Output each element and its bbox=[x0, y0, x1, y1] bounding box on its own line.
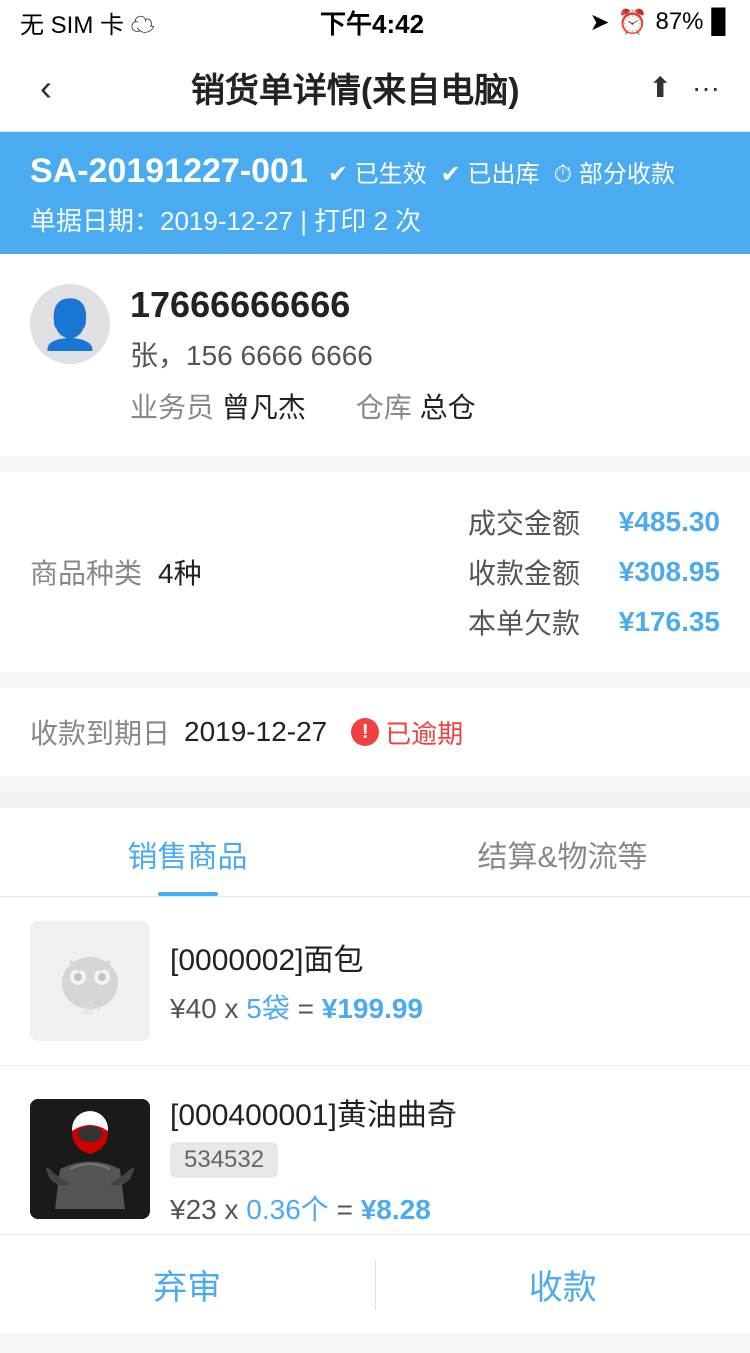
deal-amount-row: 成交金额 ¥485.30 bbox=[468, 502, 720, 542]
stats-right: 成交金额 ¥485.30 收款金额 ¥308.95 本单欠款 ¥176.35 bbox=[468, 502, 720, 642]
status-right: ➤ ⏰ 87% ▊ bbox=[589, 8, 730, 37]
tab-sales-products[interactable]: 销售商品 bbox=[0, 808, 375, 896]
svg-text:里+: 里+ bbox=[80, 1000, 102, 1016]
location-icon: ➤ bbox=[589, 8, 609, 37]
warehouse-value: 总仓 bbox=[420, 392, 476, 423]
section-divider bbox=[0, 792, 750, 808]
battery-icon: ▊ bbox=[712, 8, 730, 37]
warehouse-label: 仓库 总仓 bbox=[356, 386, 476, 426]
order-date-row: 单据日期：2019-12-27 | 打印 2 次 bbox=[30, 201, 720, 238]
sales-label: 业务员 曾凡杰 bbox=[130, 386, 306, 426]
product-total-2: ¥8.28 bbox=[361, 1194, 431, 1225]
tag-partial-payment: ⏱ 部分收款 bbox=[553, 154, 674, 189]
product-total-1: ¥199.99 bbox=[322, 993, 423, 1024]
customer-info: 17666666666 张，156 6666 6666 业务员 曾凡杰 仓库 总… bbox=[130, 284, 720, 426]
status-left: 无 SIM 卡 ☁ bbox=[20, 5, 155, 40]
due-label: 收款到期日 bbox=[30, 712, 170, 752]
order-date: 2019-12-27 bbox=[160, 206, 293, 236]
due-date: 2019-12-27 bbox=[184, 716, 327, 748]
product-price-row-1: ¥40 x 5袋 = ¥199.99 bbox=[170, 987, 720, 1027]
battery-level: 87% bbox=[655, 8, 703, 36]
avatar-icon: 👤 bbox=[40, 296, 100, 353]
product-name-1: [0000002]面包 bbox=[170, 935, 720, 979]
order-tags: ✔ 已生效 ✔ 已出库 ⏱ 部分收款 bbox=[328, 154, 675, 189]
list-item: 里+ [0000002]面包 ¥40 x 5袋 = ¥199.99 bbox=[0, 897, 750, 1066]
deal-amount-value: ¥485.30 bbox=[600, 506, 720, 538]
product-types-label: 商品种类 bbox=[30, 552, 142, 592]
print-info: 打印 2 次 bbox=[314, 206, 421, 236]
product-list: 里+ [0000002]面包 ¥40 x 5袋 = ¥199.99 bbox=[0, 897, 750, 1253]
cancel-review-button[interactable]: 弃审 bbox=[0, 1240, 375, 1329]
customer-section: 👤 17666666666 张，156 6666 6666 业务员 曾凡杰 仓库… bbox=[0, 254, 750, 456]
tabs: 销售商品 结算&物流等 bbox=[0, 808, 750, 897]
stats-section: 商品种类 4种 成交金额 ¥485.30 收款金额 ¥308.95 本单欠款 ¥… bbox=[0, 472, 750, 672]
back-button[interactable]: ‹ bbox=[30, 57, 62, 119]
product-info-1: [0000002]面包 ¥40 x 5袋 = ¥199.99 bbox=[170, 935, 720, 1027]
sales-value: 曾凡杰 bbox=[222, 392, 306, 423]
list-item: [000400001]黄油曲奇 534532 ¥23 x 0.36个 = ¥8.… bbox=[0, 1066, 750, 1253]
nav-actions: ⬆ ··· bbox=[649, 71, 720, 104]
collect-payment-button[interactable]: 收款 bbox=[376, 1240, 750, 1329]
nav-bar: ‹ 销货单详情(来自电脑) ⬆ ··· bbox=[0, 44, 750, 132]
payment-due-section: 收款到期日 2019-12-27 ! 已逾期 bbox=[0, 688, 750, 776]
product-price-2: ¥23 bbox=[170, 1194, 217, 1225]
product-types-value: 4种 bbox=[158, 552, 202, 592]
customer-name: 17666666666 bbox=[130, 284, 720, 326]
bottom-bar: 弃审 收款 bbox=[0, 1234, 750, 1334]
product-price-row-2: ¥23 x 0.36个 = ¥8.28 bbox=[170, 1188, 720, 1228]
customer-contact: 张，156 6666 6666 bbox=[130, 334, 720, 374]
tag-delivered: ✔ 已出库 bbox=[441, 154, 540, 189]
product-price-1: ¥40 bbox=[170, 993, 217, 1024]
owed-value: ¥176.35 bbox=[600, 606, 720, 638]
received-label: 收款金额 bbox=[468, 552, 580, 592]
product-qty-2: 0.36个 bbox=[246, 1194, 329, 1225]
product-thumbnail-2 bbox=[30, 1099, 150, 1219]
received-amount-row: 收款金额 ¥308.95 bbox=[468, 552, 720, 592]
alarm-icon: ⏰ bbox=[618, 8, 648, 37]
avatar: 👤 bbox=[30, 284, 110, 364]
product-qty-1: 5袋 bbox=[246, 993, 290, 1024]
overdue-icon: ! bbox=[351, 718, 379, 746]
product-batch-2: 534532 bbox=[170, 1142, 278, 1178]
header-banner: SA-20191227-001 ✔ 已生效 ✔ 已出库 ⏱ 部分收款 单据日期：… bbox=[0, 132, 750, 254]
status-time: 下午4:42 bbox=[320, 4, 424, 41]
deal-amount-label: 成交金额 bbox=[468, 502, 580, 542]
customer-meta: 业务员 曾凡杰 仓库 总仓 bbox=[130, 386, 720, 426]
order-id: SA-20191227-001 bbox=[30, 152, 308, 191]
tag-activated: ✔ 已生效 bbox=[328, 154, 427, 189]
page-title: 销货单详情(来自电脑) bbox=[191, 63, 520, 112]
share-button[interactable]: ⬆ bbox=[649, 71, 672, 104]
overdue-text: 已逾期 bbox=[385, 714, 463, 751]
received-value: ¥308.95 bbox=[600, 556, 720, 588]
product-info-2: [000400001]黄油曲奇 534532 ¥23 x 0.36个 = ¥8.… bbox=[170, 1090, 720, 1228]
product-thumbnail-1: 里+ bbox=[30, 921, 150, 1041]
date-label: 单据日期： bbox=[30, 206, 160, 236]
status-bar: 无 SIM 卡 ☁ 下午4:42 ➤ ⏰ 87% ▊ bbox=[0, 0, 750, 44]
more-button[interactable]: ··· bbox=[692, 72, 720, 104]
owed-label: 本单欠款 bbox=[468, 602, 580, 642]
stats-left: 商品种类 4种 bbox=[30, 552, 202, 592]
owed-amount-row: 本单欠款 ¥176.35 bbox=[468, 602, 720, 642]
product-name-2: [000400001]黄油曲奇 bbox=[170, 1090, 720, 1134]
overdue-badge: ! 已逾期 bbox=[351, 714, 463, 751]
sim-label: 无 SIM 卡 ☁ bbox=[20, 5, 155, 40]
tab-settlement[interactable]: 结算&物流等 bbox=[375, 808, 750, 896]
